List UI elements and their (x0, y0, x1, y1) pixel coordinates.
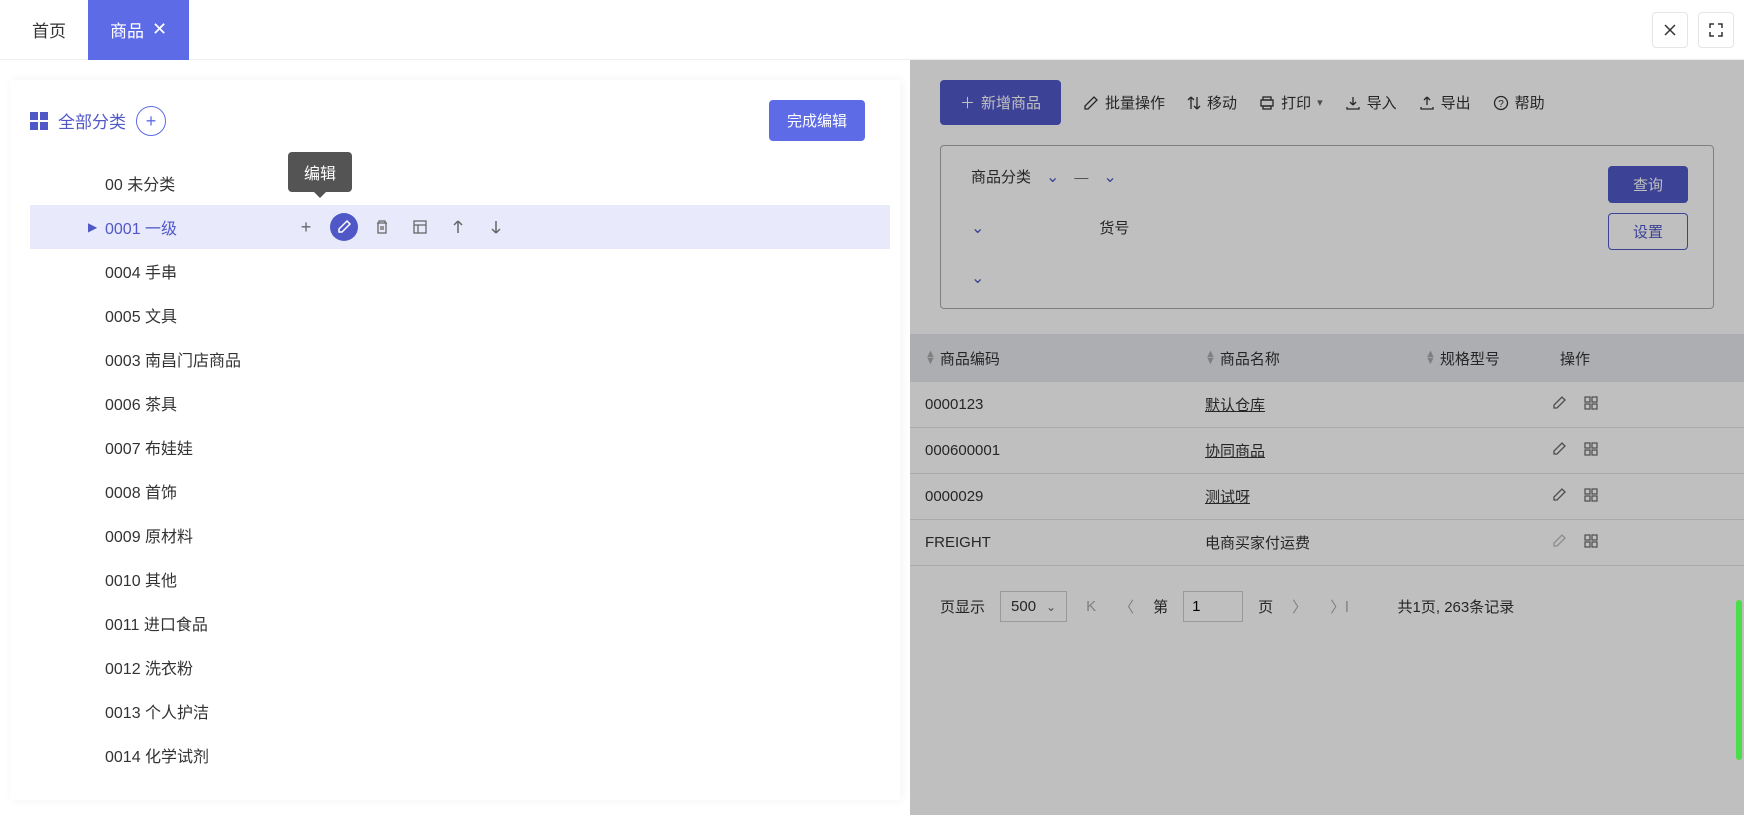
tree-item[interactable]: 0009 原材料 (30, 513, 890, 557)
tree-item[interactable]: 0006 茶具 (30, 381, 890, 425)
tree-item[interactable]: ▶ 0001 一级 + (30, 205, 890, 249)
close-icon[interactable]: ✕ (152, 19, 167, 40)
finish-edit-button[interactable]: 完成编辑 (769, 100, 865, 141)
edit-tooltip: 编辑 (288, 152, 352, 192)
tree-item-label: 0013 个人护洁 (105, 699, 209, 723)
category-title[interactable]: 全部分类 (58, 108, 126, 133)
category-tree[interactable]: 00 未分类 ▶ 0001 一级 +0004 手串 0005 文具 0003 南昌门店商品… (30, 161, 890, 801)
tab-products-label: 商品 (110, 17, 144, 42)
tree-item-actions: + (292, 213, 510, 241)
tree-item-label: 0012 洗衣粉 (105, 655, 193, 679)
tree-item-label: 0009 原材料 (105, 523, 193, 547)
caret-right-icon: ▶ (88, 220, 97, 234)
tree-item[interactable]: 0005 文具 (30, 293, 890, 337)
tree-item-label: 0014 化学试剂 (105, 743, 209, 767)
tree-item[interactable]: 0011 进口食品 (30, 601, 890, 645)
add-child-button[interactable]: + (292, 213, 320, 241)
tree-item-label: 0003 南昌门店商品 (105, 347, 241, 371)
tree-item[interactable]: 0014 化学试剂 (30, 733, 890, 777)
tree-item[interactable]: 00 未分类 (30, 161, 890, 205)
tree-item[interactable]: 0008 首饰 (30, 469, 890, 513)
tree-item-label: 0011 进口食品 (105, 611, 208, 635)
edit-button[interactable] (330, 213, 358, 241)
move-down-button[interactable] (482, 213, 510, 241)
delete-button[interactable] (368, 213, 396, 241)
move-up-button[interactable] (444, 213, 472, 241)
add-category-button[interactable]: + (136, 106, 166, 136)
tree-item-label: 0001 一级 (105, 215, 177, 239)
tree-item[interactable]: 0013 个人护洁 (30, 689, 890, 733)
tree-item-label: 0007 布娃娃 (105, 435, 193, 459)
structure-button[interactable] (406, 213, 434, 241)
tree-item-label: 0010 其他 (105, 567, 177, 591)
tabs-bar: 首页 商品 ✕ (0, 0, 1744, 60)
modal-overlay (910, 60, 1744, 815)
tree-item[interactable]: 0012 洗衣粉 (30, 645, 890, 689)
close-all-tabs-button[interactable] (1652, 12, 1688, 48)
tree-item-label: 00 未分类 (105, 171, 175, 195)
fullscreen-icon (1708, 22, 1724, 38)
tree-item-label: 0008 首饰 (105, 479, 177, 503)
tree-item-label: 0006 茶具 (105, 391, 177, 415)
tree-item-label: 0004 手串 (105, 259, 177, 283)
category-editor-panel: 全部分类 + 完成编辑 编辑 00 未分类 ▶ 0001 一级 +0004 手串 000… (10, 80, 900, 800)
grid-icon (30, 112, 48, 130)
tree-item[interactable]: 0010 其他 (30, 557, 890, 601)
tab-products[interactable]: 商品 ✕ (88, 0, 189, 60)
scroll-indicator (1736, 600, 1742, 760)
fullscreen-button[interactable] (1698, 12, 1734, 48)
tree-item-label: 0005 文具 (105, 303, 177, 327)
x-icon (1662, 22, 1678, 38)
tab-home[interactable]: 首页 (10, 0, 88, 60)
tree-item[interactable]: 0004 手串 (30, 249, 890, 293)
tree-item[interactable]: 0007 布娃娃 (30, 425, 890, 469)
tree-item[interactable]: 0003 南昌门店商品 (30, 337, 890, 381)
